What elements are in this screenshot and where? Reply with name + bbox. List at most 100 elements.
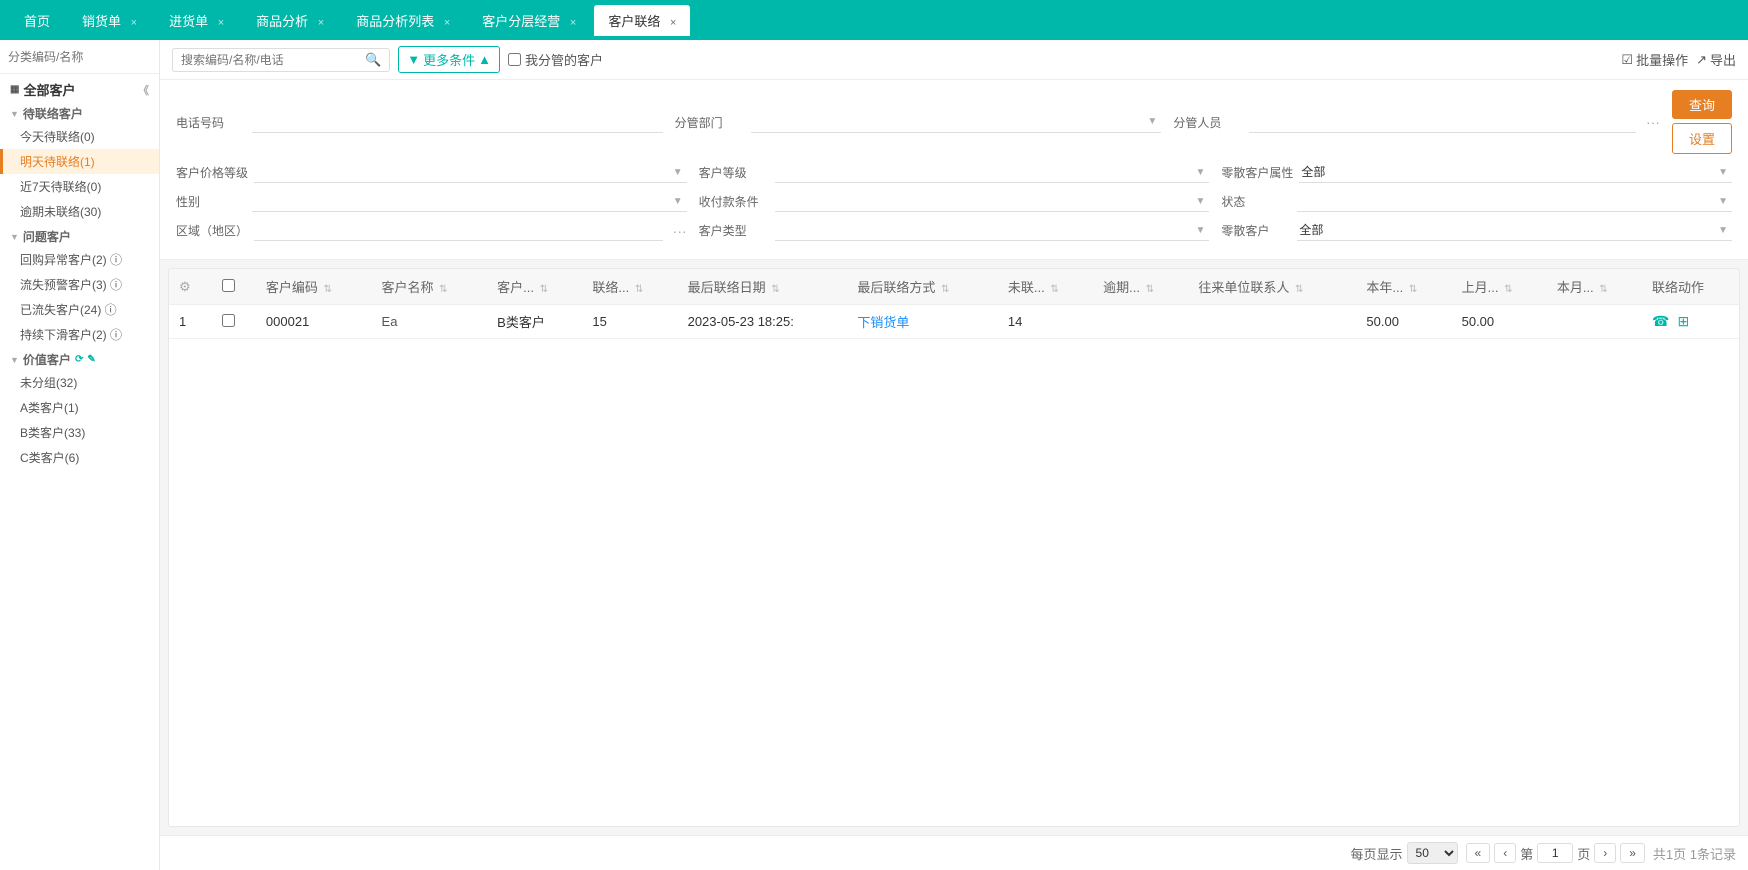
sidebar-collapse-btn[interactable]: 《 xyxy=(138,82,149,98)
sort-last-date-icon: ⇅ xyxy=(771,284,779,295)
filter-manager-dots[interactable]: ··· xyxy=(1646,114,1660,130)
nav-product-analysis-list[interactable]: 商品分析列表 × xyxy=(342,5,464,36)
row-this-month xyxy=(1547,305,1642,339)
filter-retail-attr-select[interactable]: 全部 xyxy=(1299,162,1732,182)
sort-name-icon: ⇅ xyxy=(439,284,447,295)
filter-region-label: 区域（地区） xyxy=(176,222,248,239)
close-customer-segment-icon[interactable]: × xyxy=(570,17,576,29)
filter-retail-attr: 零散客户属性 全部 ▼ xyxy=(1221,162,1732,183)
row-contacts xyxy=(1188,305,1356,339)
sidebar-item-declining[interactable]: 持续下滑客户(2) ⓘ xyxy=(0,322,159,347)
sidebar-item-b-type[interactable]: B类客户(33) xyxy=(0,420,159,445)
col-gear: ⚙ xyxy=(169,269,212,305)
filter-manager-label: 分管人员 xyxy=(1173,114,1243,131)
filter-retail-label: 零散客户 xyxy=(1221,222,1291,239)
customer-table: ⚙ 客户编码 ⇅ 客户名称 ⇅ 客户... ⇅ 联络... ⇅ 最后联络日期 ⇅… xyxy=(169,269,1739,339)
close-customer-contact-icon[interactable]: × xyxy=(670,17,676,29)
chevron-up-icon: ▲ xyxy=(478,52,491,67)
col-name[interactable]: 客户名称 ⇅ xyxy=(372,269,488,305)
nav-home[interactable]: 首页 xyxy=(10,5,64,36)
col-no-contact[interactable]: 未联... ⇅ xyxy=(998,269,1093,305)
col-overdue[interactable]: 逾期... ⇅ xyxy=(1093,269,1188,305)
action-more-icon[interactable]: ⊞ xyxy=(1678,313,1690,330)
row-checkbox[interactable] xyxy=(222,314,235,327)
sidebar-item-today[interactable]: 今天待联络(0) xyxy=(0,124,159,149)
col-last-month[interactable]: 上月... ⇅ xyxy=(1452,269,1547,305)
filter-manager-input[interactable] xyxy=(1249,112,1636,133)
filter-retail-attr-label: 零散客户属性 xyxy=(1221,164,1293,181)
search-input[interactable] xyxy=(181,53,361,67)
sidebar-item-churned[interactable]: 已流失客户(24) ⓘ xyxy=(0,297,159,322)
filter-dept-select-wrap: ▼ xyxy=(751,112,1162,133)
prev-page-btn[interactable]: ‹ xyxy=(1494,843,1516,863)
sidebar-search-input[interactable] xyxy=(8,50,160,64)
sidebar-item-repurchase-abnormal[interactable]: 回购异常客户(2) ⓘ xyxy=(0,247,159,272)
col-contacts[interactable]: 往来单位联系人 ⇅ xyxy=(1188,269,1356,305)
filter-status-select[interactable] xyxy=(1297,191,1732,211)
toolbar-search-icon[interactable]: 🔍 xyxy=(365,52,381,68)
sidebar-item-c-type[interactable]: C类客户(6) xyxy=(0,445,159,470)
col-last-date[interactable]: 最后联络日期 ⇅ xyxy=(678,269,848,305)
settings-button[interactable]: 设置 xyxy=(1672,123,1732,154)
refresh-icon[interactable]: ⟳ xyxy=(75,354,83,365)
more-conditions-btn[interactable]: ▼ 更多条件 ▲ xyxy=(398,46,500,73)
edit-icon[interactable]: ✎ xyxy=(87,354,95,365)
select-all-checkbox[interactable] xyxy=(222,279,235,292)
col-this-month[interactable]: 本月... ⇅ xyxy=(1547,269,1642,305)
filter-retail-select[interactable]: 全部 xyxy=(1297,220,1732,240)
page-input[interactable] xyxy=(1537,843,1573,863)
sidebar-all-customers[interactable]: ▦ 全部客户 《 xyxy=(10,80,149,99)
last-page-btn[interactable]: » xyxy=(1620,843,1645,863)
col-this-year[interactable]: 本年... ⇅ xyxy=(1356,269,1451,305)
nav-purchase-order[interactable]: 进货单 × xyxy=(155,5,238,36)
action-phone-icon[interactable]: ☎ xyxy=(1652,313,1669,330)
row-overdue xyxy=(1093,305,1188,339)
filter-dept-select[interactable] xyxy=(751,112,1162,132)
col-code[interactable]: 客户编码 ⇅ xyxy=(256,269,372,305)
next-page-btn[interactable]: › xyxy=(1594,843,1616,863)
filter-customer-type-select[interactable] xyxy=(775,220,1210,240)
my-customers-checkbox[interactable] xyxy=(508,53,521,66)
nav-sales-order[interactable]: 销货单 × xyxy=(68,5,151,36)
sidebar-section-value: 价值客户 ⟳✎ xyxy=(0,347,159,370)
filter-region-dots[interactable]: ··· xyxy=(673,223,687,239)
col-checkbox xyxy=(212,269,256,305)
close-product-analysis-icon[interactable]: × xyxy=(318,17,324,29)
query-button[interactable]: 查询 xyxy=(1672,90,1732,119)
nav-product-analysis[interactable]: 商品分析 × xyxy=(242,5,338,36)
nav-customer-contact[interactable]: 客户联络 × xyxy=(594,5,690,36)
sidebar-item-ungrouped[interactable]: 未分组(32) xyxy=(0,370,159,395)
last-method-link[interactable]: 下销货单 xyxy=(857,315,909,330)
filter-region-input[interactable] xyxy=(254,220,663,241)
sidebar-item-a-type[interactable]: A类客户(1) xyxy=(0,395,159,420)
nav-customer-segment[interactable]: 客户分层经营 × xyxy=(468,5,590,36)
export-btn[interactable]: ↗ 导出 xyxy=(1696,50,1736,69)
page-size-group: 每页显示 20 50 100 200 xyxy=(1351,842,1458,864)
close-sales-order-icon[interactable]: × xyxy=(131,17,137,29)
my-customers-checkbox-label[interactable]: 我分管的客户 xyxy=(508,50,603,69)
first-page-btn[interactable]: « xyxy=(1466,843,1491,863)
filter-phone-input[interactable] xyxy=(252,112,663,133)
sidebar-item-7days[interactable]: 近7天待联络(0) xyxy=(0,174,159,199)
close-purchase-order-icon[interactable]: × xyxy=(218,17,224,29)
sidebar-item-churn-warning[interactable]: 流失预警客户(3) ⓘ xyxy=(0,272,159,297)
page-label: 第 xyxy=(1520,844,1533,863)
filter-price-level-select[interactable] xyxy=(254,162,687,182)
filter-row-4: 区域（地区） ··· 客户类型 ▼ 零散客户 全部 xyxy=(176,220,1732,241)
sidebar-item-overdue[interactable]: 逾期未联络(30) xyxy=(0,199,159,224)
settings-gear-icon[interactable]: ⚙ xyxy=(179,279,191,294)
col-contact-count[interactable]: 联络... ⇅ xyxy=(582,269,677,305)
close-product-analysis-list-icon[interactable]: × xyxy=(444,17,450,29)
sort-level-icon: ⇅ xyxy=(540,284,548,295)
col-last-method[interactable]: 最后联络方式 ⇅ xyxy=(847,269,998,305)
filter-customer-type-wrap: ▼ xyxy=(775,220,1210,241)
per-page-select[interactable]: 20 50 100 200 xyxy=(1407,842,1458,864)
filter-phone-label: 电话号码 xyxy=(176,114,246,131)
filter-customer-level-select[interactable] xyxy=(775,162,1210,182)
filter-payment-select[interactable] xyxy=(775,191,1210,211)
sort-overdue-icon: ⇅ xyxy=(1146,284,1154,295)
filter-gender-select[interactable] xyxy=(252,191,687,211)
sidebar-item-tomorrow[interactable]: 明天待联络(1) xyxy=(0,149,159,174)
col-level[interactable]: 客户... ⇅ xyxy=(487,269,582,305)
batch-action-btn[interactable]: ☑ 批量操作 xyxy=(1621,50,1688,69)
